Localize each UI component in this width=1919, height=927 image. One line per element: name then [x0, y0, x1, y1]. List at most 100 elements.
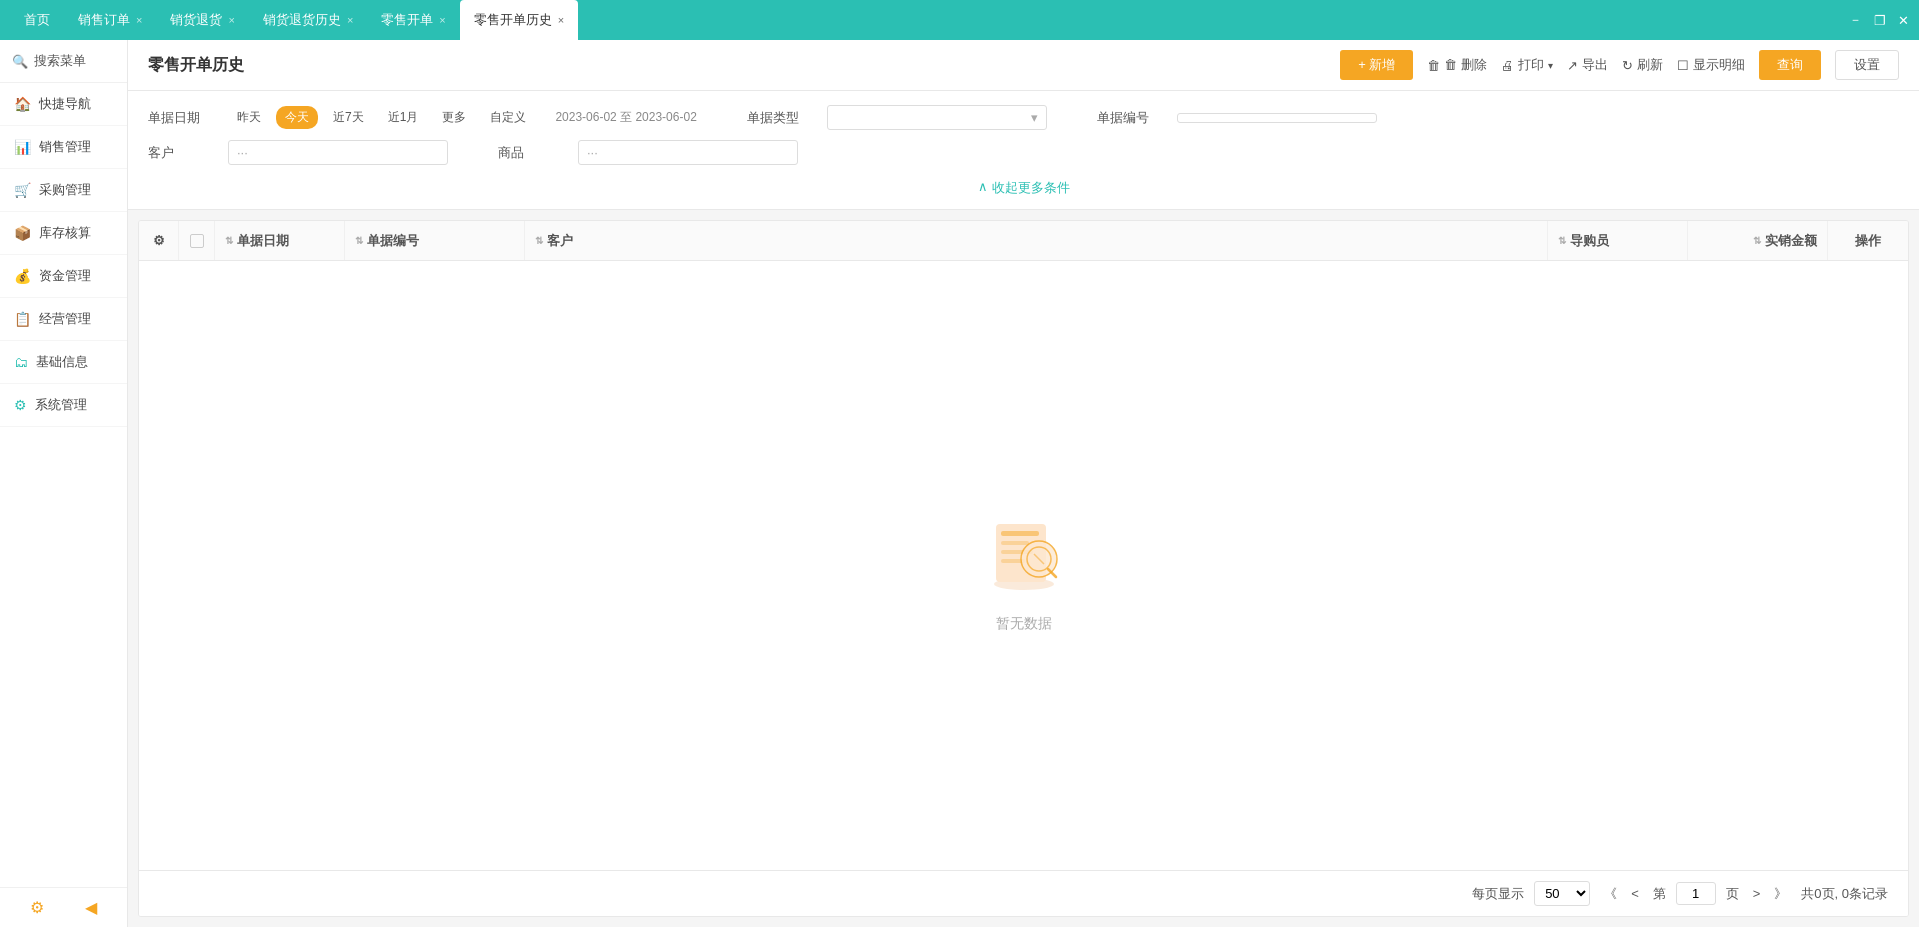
more-btn[interactable]: 更多: [433, 106, 475, 129]
custom-btn[interactable]: 自定义: [481, 106, 535, 129]
sort-guide-icon: ⇅: [1558, 235, 1566, 246]
main-layout: 🔍 搜索菜单 🏠 快捷导航 📊 销售管理 🛒 采购管理 📦 库存核算 💰 资金管…: [0, 40, 1919, 927]
tab-home[interactable]: 首页: [10, 0, 64, 40]
window-controls: － ❐ ✕: [1849, 11, 1909, 29]
toolbar: + 新增 🗑 🗑 删除 🖨 打印 ▾ ↗ 导出 ↻ 刷新: [1340, 50, 1899, 80]
th-settings[interactable]: ⚙: [139, 221, 179, 260]
goods-input[interactable]: ···: [578, 140, 798, 165]
sidebar-item-system[interactable]: ⚙ 系统管理: [0, 384, 127, 427]
filter-row-1: 单据日期 昨天 今天 近7天 近1月 更多 自定义 2023-06-02 至 2…: [148, 105, 1899, 130]
export-icon: ↗: [1567, 58, 1578, 73]
number-label: 单据编号: [1097, 109, 1157, 127]
today-btn[interactable]: 今天: [276, 106, 318, 129]
number-input[interactable]: [1177, 113, 1377, 123]
per-page-select[interactable]: 10 20 50 100: [1534, 881, 1590, 906]
th-checkbox[interactable]: [179, 221, 215, 260]
first-page-btn[interactable]: 《: [1600, 883, 1621, 905]
top-bar: 首页 销售订单 × 销货退货 × 销货退货历史 × 零售开单 × 零售开单历史 …: [0, 0, 1919, 40]
tab-retail-history[interactable]: 零售开单历史 ×: [460, 0, 578, 40]
sidebar-item-purchase[interactable]: 🛒 采购管理: [0, 169, 127, 212]
sidebar-item-basic[interactable]: 🗂 基础信息: [0, 341, 127, 384]
last-month-btn[interactable]: 近1月: [379, 106, 428, 129]
folder-icon: 🗂: [14, 354, 28, 370]
last-page-btn[interactable]: 》: [1770, 883, 1791, 905]
sidebar-item-shortcut[interactable]: 🏠 快捷导航: [0, 83, 127, 126]
tab-close-retail[interactable]: ×: [439, 14, 445, 26]
print-dropdown-icon: ▾: [1548, 60, 1553, 71]
table-container: ⚙ ⇅ 单据日期 ⇅ 单据编号 ⇅ 客户 ⇅: [138, 220, 1909, 917]
th-number[interactable]: ⇅ 单据编号: [345, 221, 525, 260]
customer-input[interactable]: ···: [228, 140, 448, 165]
print-button[interactable]: 🖨 打印 ▾: [1501, 56, 1553, 74]
type-select[interactable]: ▾: [827, 105, 1047, 130]
date-range-display: 2023-06-02 至 2023-06-02: [555, 109, 696, 126]
home-icon: 🏠: [14, 96, 31, 112]
svg-rect-3: [1001, 541, 1029, 545]
collapse-icon: ∧: [978, 179, 988, 197]
th-customer[interactable]: ⇅ 客户: [525, 221, 1548, 260]
sidebar-item-management[interactable]: 📋 经营管理: [0, 298, 127, 341]
th-guide[interactable]: ⇅ 导购员: [1548, 221, 1688, 260]
tab-close-return-history[interactable]: ×: [347, 14, 353, 26]
th-amount[interactable]: ⇅ 实销金额: [1688, 221, 1828, 260]
refresh-button[interactable]: ↻ 刷新: [1622, 56, 1663, 74]
collapse-conditions[interactable]: ∧ 收起更多条件: [148, 175, 1899, 201]
gear-icon: ⚙: [14, 397, 27, 413]
sidebar-item-sales[interactable]: 📊 销售管理: [0, 126, 127, 169]
sort-date-icon: ⇅: [225, 235, 233, 246]
empty-illustration: [974, 499, 1074, 599]
delete-icon: 🗑: [1427, 58, 1440, 73]
last7-btn[interactable]: 近7天: [324, 106, 373, 129]
tab-close-return[interactable]: ×: [228, 14, 234, 26]
page-title: 零售开单历史: [148, 55, 244, 76]
sidebar-collapse-button[interactable]: ◀: [85, 898, 97, 917]
table-header: ⚙ ⇅ 单据日期 ⇅ 单据编号 ⇅ 客户 ⇅: [139, 221, 1908, 261]
query-button[interactable]: + 新增: [1340, 50, 1413, 80]
sort-amount-icon: ⇅: [1753, 235, 1761, 246]
per-page-label: 每页显示: [1472, 885, 1524, 903]
tab-sales-order[interactable]: 销售订单 ×: [64, 0, 156, 40]
empty-text: 暂无数据: [996, 615, 1052, 633]
minimize-button[interactable]: －: [1849, 11, 1862, 29]
select-all-checkbox[interactable]: [190, 234, 204, 248]
sidebar-settings-button[interactable]: ⚙: [30, 898, 44, 917]
th-action: 操作: [1828, 221, 1908, 260]
sidebar-bottom: ⚙ ◀: [0, 887, 127, 927]
restore-button[interactable]: ❐: [1874, 13, 1886, 28]
page-total: 共0页, 0条记录: [1801, 885, 1888, 903]
search-button[interactable]: 查询: [1759, 50, 1821, 80]
next-page-btn[interactable]: >: [1749, 884, 1765, 903]
chart-icon: 📊: [14, 139, 31, 155]
customer-label: 客户: [148, 144, 208, 162]
delete-button[interactable]: 🗑 🗑 删除: [1427, 56, 1487, 74]
tab-retail[interactable]: 零售开单 ×: [367, 0, 459, 40]
display-detail-button[interactable]: ☐ 显示明细: [1677, 56, 1745, 74]
page-nav: 《 < 第 页 > 》: [1600, 882, 1791, 905]
filter-row-2: 客户 ··· 商品 ···: [148, 140, 1899, 165]
content-area: 零售开单历史 + 新增 🗑 🗑 删除 🖨 打印 ▾ ↗ 导出 ↻: [128, 40, 1919, 927]
tab-close-sales-order[interactable]: ×: [136, 14, 142, 26]
sidebar-search[interactable]: 🔍 搜索菜单: [0, 40, 127, 83]
page-header: 零售开单历史 + 新增 🗑 🗑 删除 🖨 打印 ▾ ↗ 导出 ↻: [128, 40, 1919, 91]
tab-list: 首页 销售订单 × 销货退货 × 销货退货历史 × 零售开单 × 零售开单历史 …: [10, 0, 578, 40]
page-label: 第: [1649, 883, 1670, 905]
print-icon: 🖨: [1501, 58, 1514, 73]
goods-label: 商品: [498, 144, 558, 162]
tab-close-retail-history[interactable]: ×: [558, 14, 564, 26]
export-button[interactable]: ↗ 导出: [1567, 56, 1608, 74]
sidebar-item-finance[interactable]: 💰 资金管理: [0, 255, 127, 298]
sidebar: 🔍 搜索菜单 🏠 快捷导航 📊 销售管理 🛒 采购管理 📦 库存核算 💰 资金管…: [0, 40, 128, 927]
pagination: 每页显示 10 20 50 100 《 < 第 页 > 》 共0页, 0条记录: [139, 870, 1908, 916]
tab-return[interactable]: 销货退货 ×: [156, 0, 248, 40]
clipboard-icon: 📋: [14, 311, 31, 327]
close-button[interactable]: ✕: [1898, 13, 1909, 28]
yesterday-btn[interactable]: 昨天: [228, 106, 270, 129]
page-number-input[interactable]: [1676, 882, 1716, 905]
prev-page-btn[interactable]: <: [1627, 884, 1643, 903]
tab-return-history[interactable]: 销货退货历史 ×: [249, 0, 367, 40]
customer-dots: ···: [237, 145, 248, 160]
setting-button[interactable]: 设置: [1835, 50, 1899, 80]
th-date[interactable]: ⇅ 单据日期: [215, 221, 345, 260]
search-icon: 🔍: [12, 54, 28, 69]
sidebar-item-inventory[interactable]: 📦 库存核算: [0, 212, 127, 255]
